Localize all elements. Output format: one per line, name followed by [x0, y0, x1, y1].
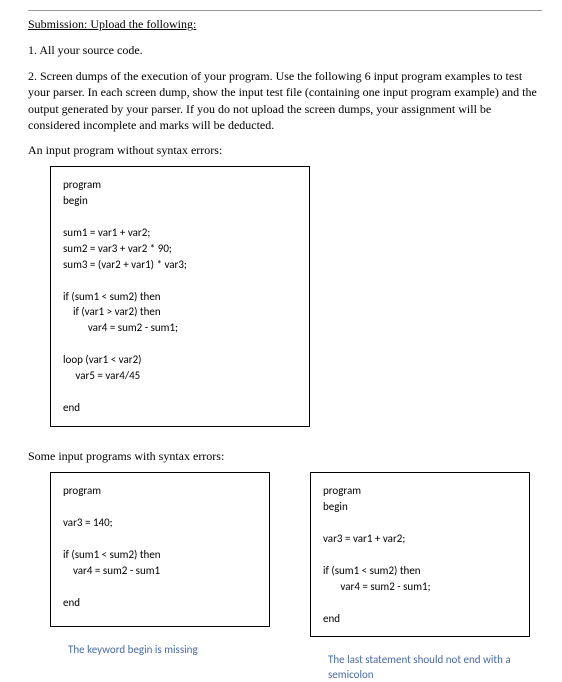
error-example-1: program var3 = 140; if (sum1 < sum2) the… [50, 472, 270, 682]
top-rule [28, 10, 542, 11]
caption-error-1: The keyword begin is missing [50, 643, 270, 657]
error-example-2: program begin var3 = var1 + var2; if (su… [310, 472, 530, 682]
caption-error-2: The last statement should not end with a… [310, 653, 530, 682]
error-examples-row: program var3 = 140; if (sum1 < sum2) the… [50, 472, 542, 682]
submission-heading: Submission: Upload the following: [28, 17, 542, 32]
subheading-with-errors: Some input programs with syntax errors: [28, 449, 542, 464]
subheading-no-errors: An input program without syntax errors: [28, 143, 542, 158]
code-box-no-errors: program begin sum1 = var1 + var2; sum2 =… [50, 166, 310, 427]
item-1: 1. All your source code. [28, 42, 542, 58]
code-box-error-1: program var3 = 140; if (sum1 < sum2) the… [50, 472, 270, 627]
item-2: 2. Screen dumps of the execution of your… [28, 68, 542, 133]
code-box-error-2: program begin var3 = var1 + var2; if (su… [310, 472, 530, 637]
